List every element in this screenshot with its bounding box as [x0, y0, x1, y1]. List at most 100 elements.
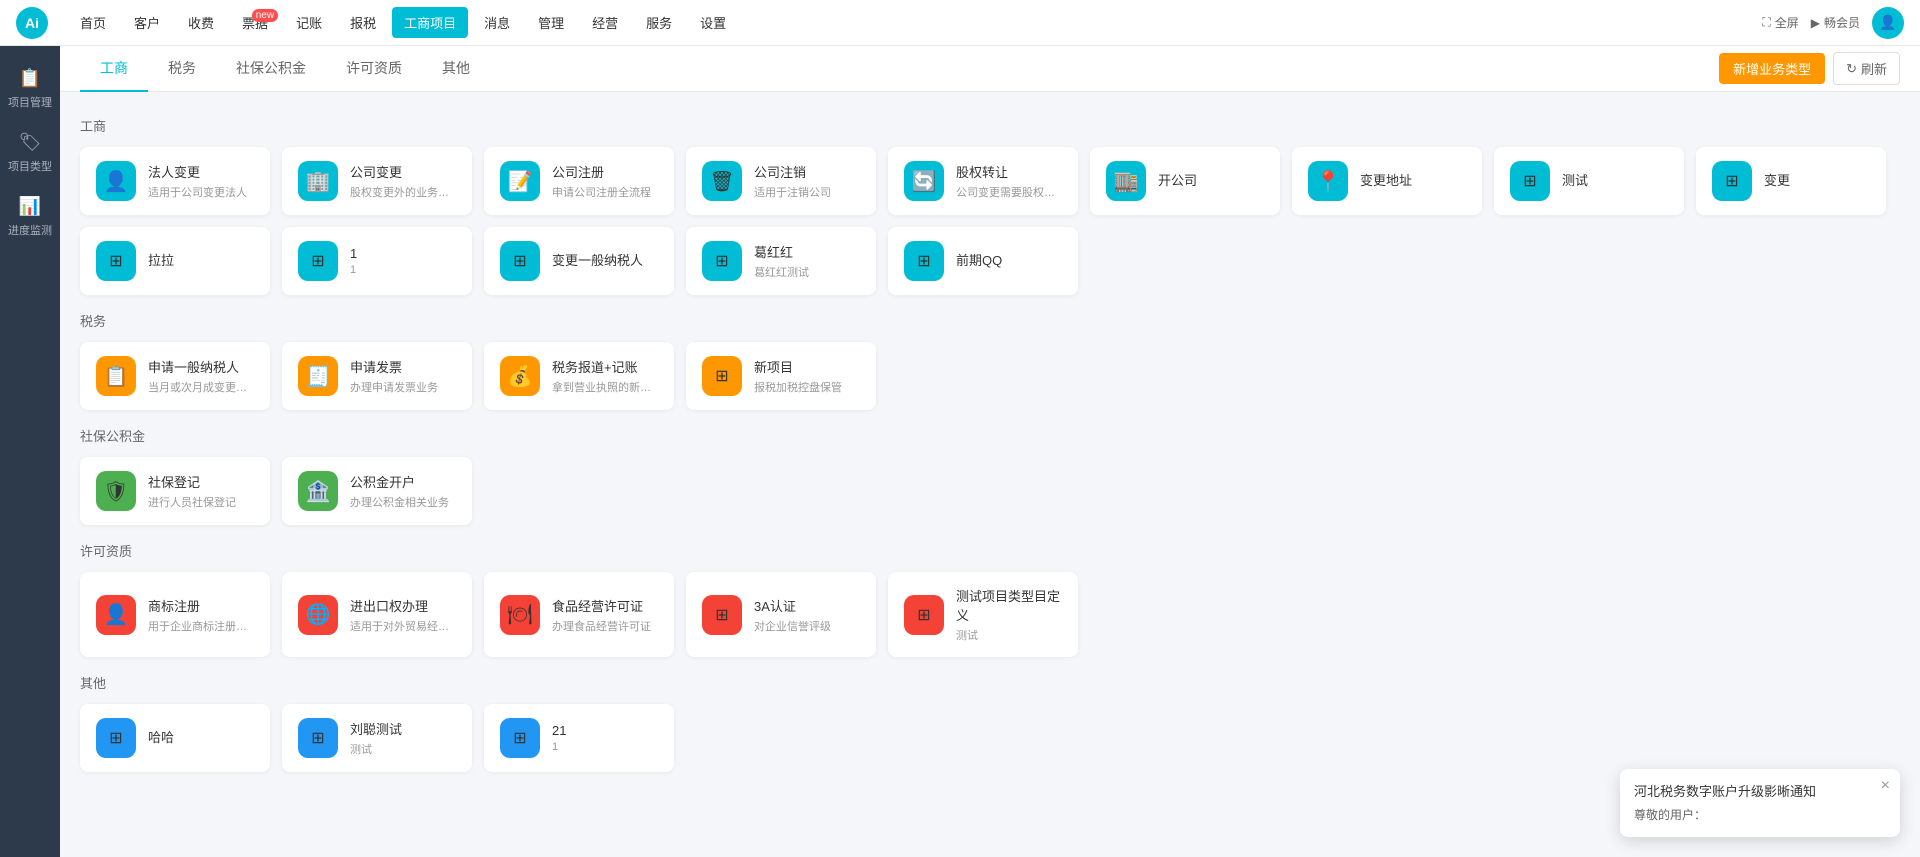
tab-gongshang[interactable]: 工商 — [80, 46, 148, 92]
section-title-qita: 其他 — [80, 673, 1900, 692]
new-badge: new — [252, 9, 278, 22]
section-title-shebao: 社保公积金 — [80, 426, 1900, 445]
card-3a[interactable]: ⊞ 3A认证 对企业信誉评级 — [686, 572, 876, 657]
tab-xuke[interactable]: 许可资质 — [326, 46, 422, 92]
card-ceshileixing[interactable]: ⊞ 测试项目类型目定义 测试 — [888, 572, 1078, 657]
tab-shuiwu[interactable]: 税务 — [148, 46, 216, 92]
member-icon: ▶ — [1811, 16, 1820, 30]
card-shipin[interactable]: 🍽 食品经营许可证 办理食品经营许可证 — [484, 572, 674, 657]
nav-service[interactable]: 服务 — [634, 7, 684, 38]
card-icon-shenqingns: 📋 — [96, 356, 136, 396]
card-icon-xinxiangmu: ⊞ — [702, 356, 742, 396]
card-icon-qianqiqq: ⊞ — [904, 241, 944, 281]
card-liucong[interactable]: ⊞ 刘聪测试 测试 — [282, 704, 472, 772]
card-icon-1: ⊞ — [298, 241, 338, 281]
card-gongsibiangeng[interactable]: 🏢 公司变更 股权变更外的业务变更 — [282, 147, 472, 215]
notification-text: 尊敬的用户： — [1634, 806, 1886, 825]
nav-home[interactable]: 首页 — [68, 7, 118, 38]
card-icon-gehonghong: ⊞ — [702, 241, 742, 281]
fullscreen-icon: ⛶ — [1762, 15, 1770, 30]
card-1[interactable]: ⊞ 1 1 — [282, 227, 472, 295]
card-farendian[interactable]: 👤 法人变更 适用于公司变更法人 — [80, 147, 270, 215]
card-guquan[interactable]: 🔄 股权转让 公司变更需要股权转让 — [888, 147, 1078, 215]
card-grid-gongshang: 👤 法人变更 适用于公司变更法人 🏢 公司变更 股权变更外的业务变更 📝 公司注… — [80, 147, 1900, 295]
tab-actions: 新增业务类型 ↻ 刷新 — [1719, 52, 1900, 85]
card-icon-lala: ⊞ — [96, 241, 136, 281]
card-icon-biangengns: ⊞ — [500, 241, 540, 281]
card-lala[interactable]: ⊞ 拉拉 — [80, 227, 270, 295]
card-icon-gongsibiangeng: 🏢 — [298, 161, 338, 201]
tab-shebao[interactable]: 社保公积金 — [216, 46, 326, 92]
card-icon-kaigongsi: 🏬 — [1106, 161, 1146, 201]
card-gehonghong[interactable]: ⊞ 葛红红 葛红红测试 — [686, 227, 876, 295]
nav-industry[interactable]: 工商项目 — [392, 7, 468, 38]
card-icon-gongsizhu2: 🗑 — [702, 161, 742, 201]
card-icon-21: ⊞ — [500, 718, 540, 758]
app-logo: Ai — [16, 7, 48, 39]
card-ceshi[interactable]: ⊞ 测试 — [1494, 147, 1684, 215]
card-shenqingns[interactable]: 📋 申请一般纳税人 当月或次月成变更完成 — [80, 342, 270, 410]
card-grid-shebao: 🛡 社保登记 进行人员社保登记 🏦 公积金开户 办理公积金相关业务 — [80, 457, 1900, 525]
nav-manage[interactable]: 管理 — [526, 7, 576, 38]
nav-tax[interactable]: 报税 — [338, 7, 388, 38]
card-icon-ceshi: ⊞ — [1510, 161, 1550, 201]
nav-bookkeeping[interactable]: 记账 — [284, 7, 334, 38]
user-avatar[interactable]: 👤 — [1872, 7, 1904, 39]
card-icon-gjjkh: 🏦 — [298, 471, 338, 511]
section-title-shuiwu: 税务 — [80, 311, 1900, 330]
card-icon-biangengdizhi: 📍 — [1308, 161, 1348, 201]
nav-billing[interactable]: 收费 — [176, 7, 226, 38]
refresh-icon: ↻ — [1846, 61, 1857, 77]
progress-icon: 📊 — [18, 194, 42, 218]
sidebar-item-progress[interactable]: 📊 进度监测 — [0, 184, 60, 248]
tab-bar: 工商 税务 社保公积金 许可资质 其他 新增业务类型 ↻ 刷新 — [60, 46, 1920, 92]
card-icon-shuiwubdao: 💰 — [500, 356, 540, 396]
card-shenqingfp[interactable]: 🧾 申请发票 办理申请发票业务 — [282, 342, 472, 410]
notification-title: 河北税务数字账户升级影晰通知 — [1634, 781, 1886, 800]
sidebar-item-project-type[interactable]: 🏷 项目类型 — [0, 120, 60, 184]
card-haha[interactable]: ⊞ 哈哈 — [80, 704, 270, 772]
new-type-button[interactable]: 新增业务类型 — [1719, 53, 1825, 84]
card-grid-qita: ⊞ 哈哈 ⊞ 刘聪测试 测试 ⊞ 21 1 — [80, 704, 1900, 772]
card-biangengns[interactable]: ⊞ 变更一般纳税人 — [484, 227, 674, 295]
fullscreen-button[interactable]: ⛶ 全屏 — [1762, 14, 1798, 31]
card-icon-shenqingfp: 🧾 — [298, 356, 338, 396]
card-icon-shebaodjl: 🛡 — [96, 471, 136, 511]
content-area: 工商 👤 法人变更 适用于公司变更法人 🏢 公司变更 股权变更外的业务变更 📝 — [60, 92, 1920, 857]
card-gongsizhu2[interactable]: 🗑 公司注销 适用于注销公司 — [686, 147, 876, 215]
card-21[interactable]: ⊞ 21 1 — [484, 704, 674, 772]
card-grid-shuiwu: 📋 申请一般纳税人 当月或次月成变更完成 🧾 申请发票 办理申请发票业务 💰 税… — [80, 342, 1900, 410]
card-shebaodjl[interactable]: 🛡 社保登记 进行人员社保登记 — [80, 457, 270, 525]
card-jinchukou[interactable]: 🌐 进出口权办理 适用于对外贸易经营者 — [282, 572, 472, 657]
card-grid-xuke: 👤 商标注册 用于企业商标注册服务 🌐 进出口权办理 适用于对外贸易经营者 🍽 … — [80, 572, 1900, 657]
card-kaigongsi[interactable]: 🏬 开公司 — [1090, 147, 1280, 215]
card-gjjkh[interactable]: 🏦 公积金开户 办理公积金相关业务 — [282, 457, 472, 525]
card-biangeng[interactable]: ⊞ 变更 — [1696, 147, 1886, 215]
notification-popup: × 河北税务数字账户升级影晰通知 尊敬的用户： — [1620, 769, 1900, 837]
member-button[interactable]: ▶ 畅会员 — [1811, 14, 1860, 31]
card-xinxiangmu[interactable]: ⊞ 新项目 报税加税控盘保管 — [686, 342, 876, 410]
project-manage-icon: 📋 — [18, 66, 42, 90]
nav-setting[interactable]: 设置 — [688, 7, 738, 38]
top-navigation: Ai 首页 客户 收费 票据new 记账 报税 工商项目 消息 管理 经营 服务… — [0, 0, 1920, 46]
card-gongsizhu[interactable]: 📝 公司注册 申请公司注册全流程 — [484, 147, 674, 215]
nav-message[interactable]: 消息 — [472, 7, 522, 38]
nav-invoice[interactable]: 票据new — [230, 7, 280, 38]
card-icon-guquan: 🔄 — [904, 161, 944, 201]
card-icon-gongsizhu: 📝 — [500, 161, 540, 201]
card-biangengdizhi[interactable]: 📍 变更地址 — [1292, 147, 1482, 215]
sidebar: 📋 项目管理 🏷 项目类型 📊 进度监测 — [0, 46, 60, 857]
sidebar-item-project-manage[interactable]: 📋 项目管理 — [0, 56, 60, 120]
nav-menu: 首页 客户 收费 票据new 记账 报税 工商项目 消息 管理 经营 服务 设置 — [68, 7, 1762, 38]
refresh-button[interactable]: ↻ 刷新 — [1833, 52, 1900, 85]
nav-customer[interactable]: 客户 — [122, 7, 172, 38]
card-shangbiao[interactable]: 👤 商标注册 用于企业商标注册服务 — [80, 572, 270, 657]
nav-operation[interactable]: 经营 — [580, 7, 630, 38]
card-icon-shangbiao: 👤 — [96, 595, 136, 635]
project-type-icon: 🏷 — [18, 130, 42, 154]
card-qianqiqq[interactable]: ⊞ 前期QQ — [888, 227, 1078, 295]
card-shuiwubdao[interactable]: 💰 税务报道+记账 拿到营业执照的新公司 — [484, 342, 674, 410]
tab-qita[interactable]: 其他 — [422, 46, 490, 92]
notification-close-button[interactable]: × — [1881, 777, 1890, 795]
card-icon-shipin: 🍽 — [500, 595, 540, 635]
